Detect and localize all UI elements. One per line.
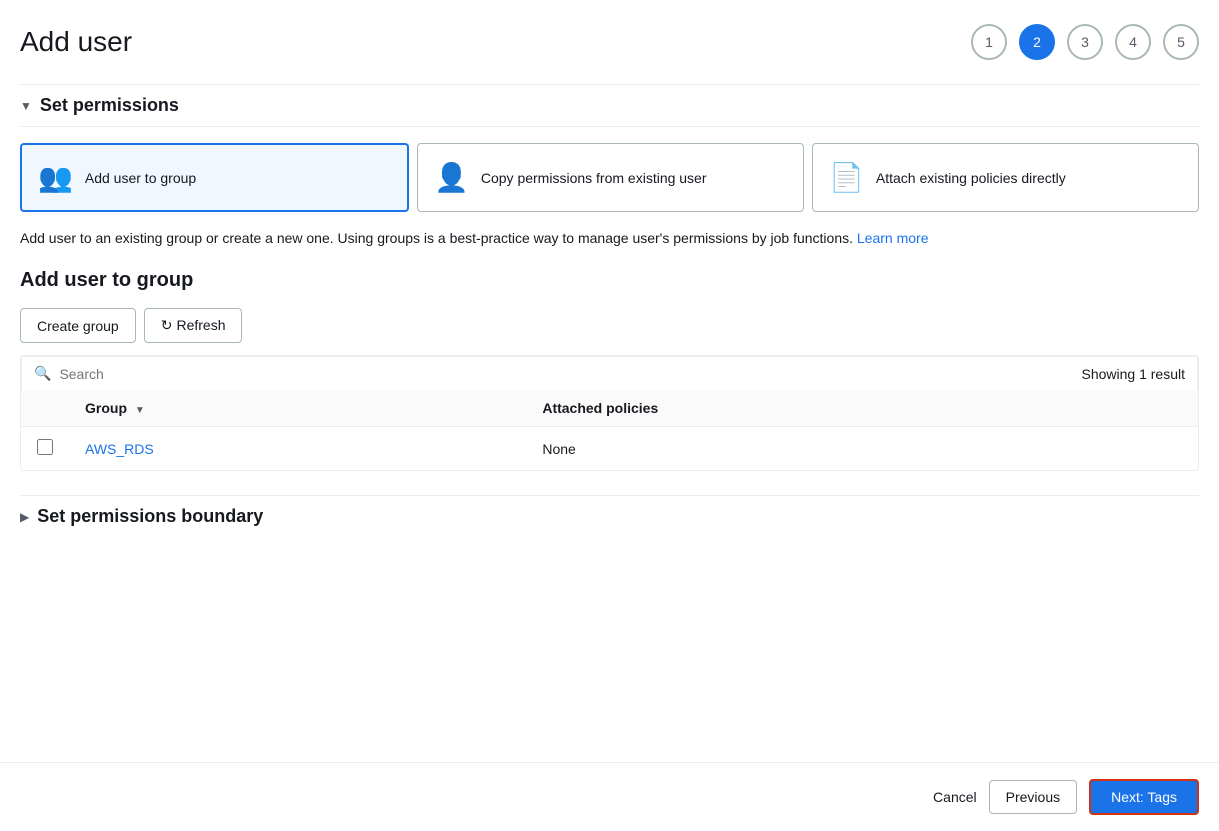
table-header-row: Group ▼ Attached policies xyxy=(21,390,1198,427)
create-group-button[interactable]: Create group xyxy=(20,308,136,343)
group-column-header[interactable]: Group ▼ xyxy=(69,390,526,427)
groups-table-wrapper: 🔍 Showing 1 result Group ▼ Attached poli… xyxy=(20,355,1199,471)
row-checkbox-cell[interactable] xyxy=(21,427,69,471)
tab-attach-policies[interactable]: 📄 Attach existing policies directly xyxy=(812,143,1199,212)
set-permissions-title: Set permissions xyxy=(40,95,179,116)
search-input[interactable] xyxy=(59,366,1081,382)
step-nav: 1 2 3 4 5 xyxy=(971,24,1199,60)
next-tags-button[interactable]: Next: Tags xyxy=(1089,779,1199,815)
tab-add-to-group[interactable]: 👥 Add user to group xyxy=(20,143,409,212)
chevron-down-icon: ▼ xyxy=(20,99,32,113)
page-title: Add user xyxy=(20,26,132,58)
set-permissions-boundary-title: Set permissions boundary xyxy=(37,506,263,527)
attached-policies-cell: None xyxy=(526,427,1198,471)
step-3[interactable]: 3 xyxy=(1067,24,1103,60)
policy-document-icon: 📄 xyxy=(829,161,864,194)
step-5[interactable]: 5 xyxy=(1163,24,1199,60)
results-count: Showing 1 result xyxy=(1081,366,1185,382)
groups-table: Group ▼ Attached policies AWS_RDS xyxy=(21,390,1198,470)
user-copy-icon: 👤 xyxy=(434,161,469,194)
step-1[interactable]: 1 xyxy=(971,24,1007,60)
search-icon: 🔍 xyxy=(34,365,51,382)
set-permissions-boundary-header[interactable]: ▶ Set permissions boundary xyxy=(20,495,1199,537)
set-permissions-header[interactable]: ▼ Set permissions xyxy=(20,84,1199,127)
tab-attach-policies-label: Attach existing policies directly xyxy=(876,170,1066,186)
cancel-button[interactable]: Cancel xyxy=(933,789,977,805)
attached-policies-column-header: Attached policies xyxy=(526,390,1198,427)
row-checkbox[interactable] xyxy=(37,439,53,455)
refresh-icon: ↻ xyxy=(161,317,173,333)
users-group-icon: 👥 xyxy=(38,161,73,194)
tab-copy-permissions-label: Copy permissions from existing user xyxy=(481,170,707,186)
learn-more-link[interactable]: Learn more xyxy=(857,230,929,246)
checkbox-header xyxy=(21,390,69,427)
add-user-to-group-title: Add user to group xyxy=(20,269,1199,292)
group-name-link[interactable]: AWS_RDS xyxy=(85,441,154,457)
footer-bar: Cancel Previous Next: Tags xyxy=(0,762,1219,831)
search-wrapper: 🔍 xyxy=(34,365,1081,382)
page-container: Add user 1 2 3 4 5 ▼ Set permissions 👥 A… xyxy=(0,0,1219,831)
search-bar-row: 🔍 Showing 1 result xyxy=(21,356,1198,390)
page-header: Add user 1 2 3 4 5 xyxy=(20,24,1199,60)
group-name-cell: AWS_RDS xyxy=(69,427,526,471)
action-bar: Create group ↻Refresh xyxy=(20,308,1199,343)
permissions-info-text: Add user to an existing group or create … xyxy=(20,228,1199,249)
chevron-right-icon: ▶ xyxy=(20,510,29,524)
step-2[interactable]: 2 xyxy=(1019,24,1055,60)
permission-tabs: 👥 Add user to group 👤 Copy permissions f… xyxy=(20,143,1199,212)
refresh-button[interactable]: ↻Refresh xyxy=(144,308,243,343)
step-4[interactable]: 4 xyxy=(1115,24,1151,60)
tab-add-to-group-label: Add user to group xyxy=(85,170,196,186)
previous-button[interactable]: Previous xyxy=(989,780,1077,814)
table-row: AWS_RDS None xyxy=(21,427,1198,471)
tab-copy-permissions[interactable]: 👤 Copy permissions from existing user xyxy=(417,143,804,212)
sort-icon: ▼ xyxy=(135,405,145,416)
